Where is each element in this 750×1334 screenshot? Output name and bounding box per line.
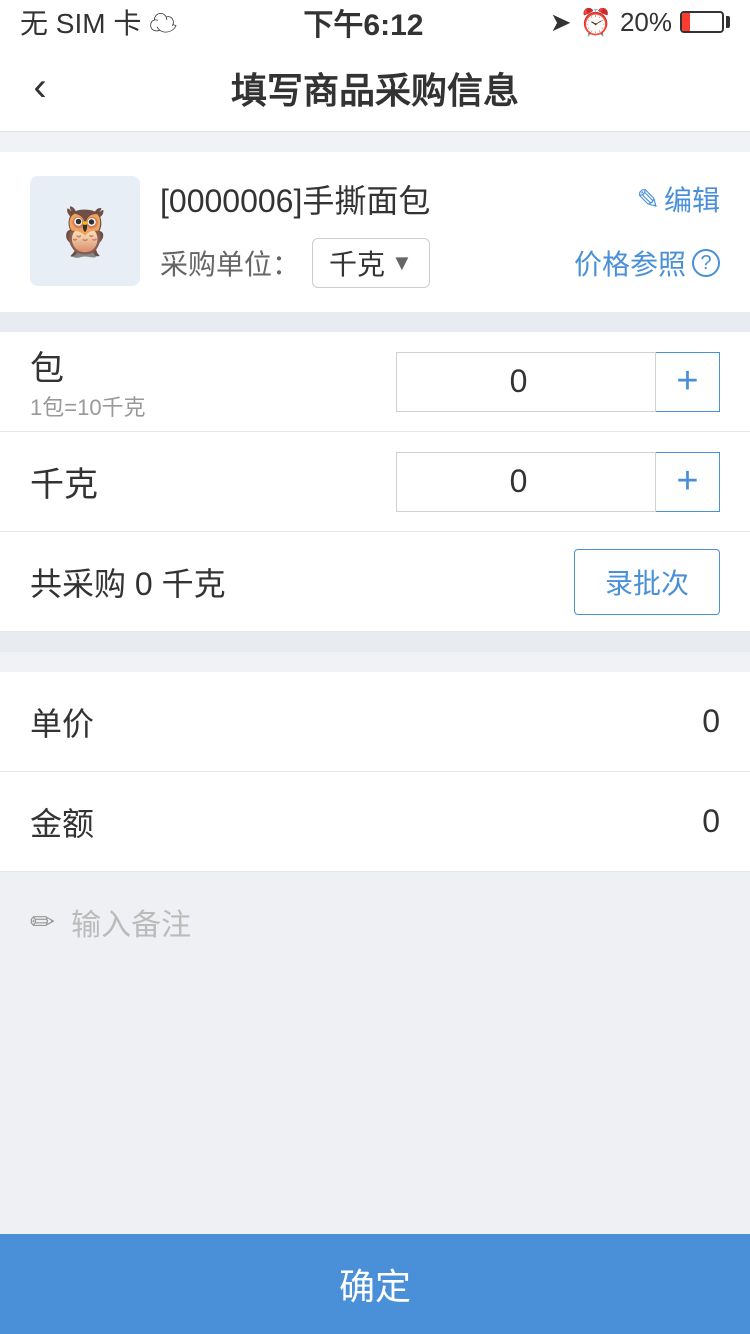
back-button[interactable]: ‹: [0, 44, 80, 132]
bag-input-right: +: [150, 352, 720, 412]
back-arrow-icon: ‹: [33, 65, 46, 110]
unit-label: 采购单位：: [160, 243, 300, 283]
edit-button[interactable]: ✎ 编辑: [637, 179, 720, 219]
kg-quantity-input[interactable]: [396, 452, 656, 512]
unit-value: 千克: [329, 243, 385, 283]
remarks-placeholder: 输入备注: [71, 900, 191, 944]
product-image: 🦉: [30, 176, 140, 286]
edit-label: 编辑: [664, 179, 720, 219]
amount-value: 0: [702, 803, 720, 840]
bag-plus-button[interactable]: +: [656, 352, 720, 412]
batch-record-button[interactable]: 录批次: [574, 549, 720, 615]
unit-price-label: 单价: [30, 699, 94, 745]
battery-percent: 20%: [620, 7, 672, 38]
alarm-icon: ⏰: [580, 7, 612, 38]
unit-price-row: 单价 0: [0, 672, 750, 772]
section-divider-1: [0, 312, 750, 332]
kg-input-right: +: [150, 452, 720, 512]
bag-main-label: 包: [30, 341, 150, 390]
kg-input-row: 千克 +: [0, 432, 750, 532]
summary-prefix: 共采购: [30, 566, 126, 602]
bag-label-group: 包 1包=10千克: [30, 341, 150, 422]
kg-label-group: 千克: [30, 457, 150, 506]
price-reference-button[interactable]: 价格参照 ?: [574, 243, 720, 283]
sim-status: 无 SIM 卡 ☁: [20, 2, 177, 42]
confirm-button[interactable]: 确定: [0, 1234, 750, 1334]
battery-indicator: [680, 11, 730, 33]
bag-input-row: 包 1包=10千克 +: [0, 332, 750, 432]
page-title: 填写商品采购信息: [231, 62, 519, 114]
product-title: 手撕面包: [302, 183, 430, 219]
bag-sub-label: 1包=10千克: [30, 390, 150, 422]
product-card: 🦉 [0000006]手撕面包 ✎ 编辑 采购单位： 千克 ▼ 价格参照 ?: [0, 152, 750, 312]
edit-icon: ✎: [637, 183, 660, 216]
summary-text: 共采购 0 千克: [30, 559, 226, 605]
summary-amount-value: 0: [135, 566, 153, 602]
price-ref-label: 价格参照: [574, 243, 686, 283]
product-code: [0000006]: [160, 183, 302, 219]
confirm-button-label: 确定: [339, 1258, 411, 1310]
product-name-row: [0000006]手撕面包 ✎ 编辑: [160, 176, 720, 222]
input-section: 包 1包=10千克 + 千克 + 共采购 0 千克 录批次: [0, 332, 750, 632]
price-section: 单价 0 金额 0: [0, 672, 750, 872]
nav-bar: ‹ 填写商品采购信息: [0, 44, 750, 132]
pencil-icon: ✏: [30, 905, 55, 940]
product-owl-icon: 🦉: [55, 203, 115, 260]
status-right: ➤ ⏰ 20%: [550, 7, 730, 38]
summary-row: 共采购 0 千克 录批次: [0, 532, 750, 632]
chevron-down-icon: ▼: [391, 250, 413, 276]
location-icon: ➤: [550, 7, 572, 38]
unit-price-value: 0: [702, 703, 720, 740]
remarks-section[interactable]: ✏ 输入备注: [0, 872, 750, 972]
status-left: 无 SIM 卡 ☁: [20, 2, 177, 42]
amount-label: 金额: [30, 799, 94, 845]
status-time: 下午6:12: [303, 0, 423, 44]
unit-selector[interactable]: 千克 ▼: [312, 238, 430, 288]
product-info: [0000006]手撕面包 ✎ 编辑 采购单位： 千克 ▼ 价格参照 ?: [160, 176, 720, 288]
product-name: [0000006]手撕面包: [160, 176, 430, 222]
help-icon: ?: [692, 249, 720, 277]
section-divider-2: [0, 632, 750, 652]
kg-main-label: 千克: [30, 457, 150, 506]
summary-unit-text: 千克: [162, 566, 226, 602]
bag-quantity-input[interactable]: [396, 352, 656, 412]
status-bar: 无 SIM 卡 ☁ 下午6:12 ➤ ⏰ 20%: [0, 0, 750, 44]
purchase-unit-row: 采购单位： 千克 ▼ 价格参照 ?: [160, 238, 720, 288]
kg-plus-button[interactable]: +: [656, 452, 720, 512]
amount-row: 金额 0: [0, 772, 750, 872]
